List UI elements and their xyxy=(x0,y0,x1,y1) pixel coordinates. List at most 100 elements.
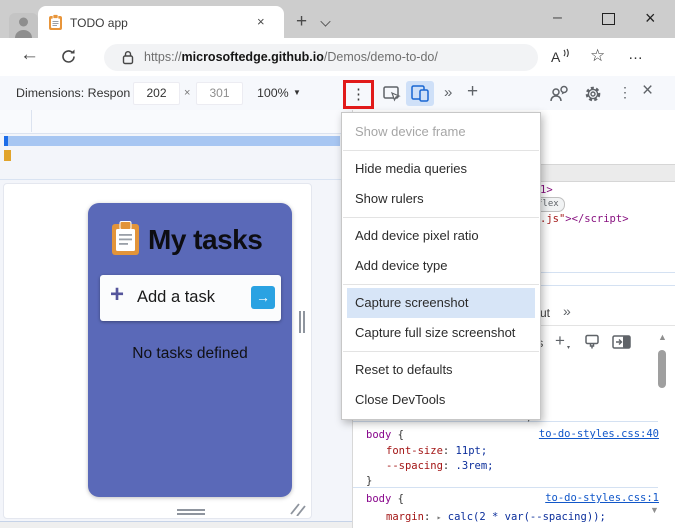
css-rule-selector[interactable]: body { xyxy=(366,429,404,441)
menu-item-capture-screenshot[interactable]: Capture screenshot xyxy=(347,288,535,318)
devtools-close-icon[interactable]: × xyxy=(642,80,653,102)
height-input[interactable]: 301 xyxy=(196,82,243,105)
viewport-resize-handle-bottom[interactable] xyxy=(177,513,205,515)
dom-h1-fragment[interactable]: 1> xyxy=(540,184,553,196)
viewport-resize-handle-bottom[interactable] xyxy=(177,509,205,511)
zoom-select[interactable]: 100% xyxy=(257,86,289,100)
width-input[interactable]: 202 xyxy=(133,82,180,105)
paint-brush-icon[interactable] xyxy=(584,334,600,350)
settings-gear-icon[interactable] xyxy=(584,85,602,103)
css-source-link[interactable]: to-do-styles.css:1 xyxy=(545,492,659,504)
maximize-icon[interactable] xyxy=(602,13,615,25)
inspect-icon[interactable] xyxy=(383,85,401,102)
lock-icon xyxy=(122,50,134,65)
page-title: My tasks xyxy=(148,224,263,255)
menu-item-add-device-pixel-ratio[interactable]: Add device pixel ratio xyxy=(342,221,540,251)
scroll-down-icon[interactable]: ▼ xyxy=(650,505,659,515)
favorite-star-icon[interactable]: ☆ xyxy=(590,46,605,66)
viewport-resize-handle-right[interactable] xyxy=(303,311,305,333)
computed-panel-toggle-icon[interactable] xyxy=(612,335,631,349)
property-name: font-size xyxy=(386,445,443,457)
menu-item-show-device-frame: Show device frame xyxy=(355,124,466,139)
brace: { xyxy=(391,429,404,441)
menu-separator xyxy=(343,217,539,218)
media-query-separator xyxy=(0,179,352,180)
property-value: 11pt; xyxy=(449,445,488,457)
css-declaration[interactable]: --spacing: .3rem; xyxy=(386,460,494,472)
brace: { xyxy=(391,493,404,505)
minimize-icon[interactable]: – xyxy=(553,9,562,27)
viewport-resize-handle-corner[interactable] xyxy=(289,502,307,516)
clipboard-hero-icon xyxy=(111,221,140,256)
menu-item-add-device-type[interactable]: Add device type xyxy=(342,251,540,281)
empty-tasks-text: No tasks defined xyxy=(132,345,248,362)
tab-layout-fragment[interactable]: ut xyxy=(540,306,550,320)
more-tabs-icon[interactable]: » xyxy=(444,84,452,101)
css-source-link[interactable]: to-do-styles.css:40 xyxy=(539,428,659,440)
add-task-label[interactable]: Add a task xyxy=(137,288,215,307)
property-name: margin xyxy=(386,511,424,523)
back-icon[interactable]: ← xyxy=(20,44,39,66)
device-emulation-toggle[interactable] xyxy=(406,81,434,106)
add-task-plus-icon: + xyxy=(110,281,125,308)
feedback-icon[interactable] xyxy=(549,85,569,103)
new-tab-icon[interactable]: + xyxy=(296,11,307,33)
styles-divider xyxy=(353,487,658,488)
url-scheme: https:// xyxy=(144,50,182,64)
menu-item-show-rulers[interactable]: Show rulers xyxy=(342,184,540,214)
menu-item-capture-full-size-screenshot[interactable]: Capture full size screenshot xyxy=(342,318,540,348)
zoom-caret-icon[interactable]: ▼ xyxy=(293,88,301,97)
menu-separator xyxy=(343,284,539,285)
css-rule-selector[interactable]: body { xyxy=(366,493,404,505)
browser-menu-icon[interactable]: … xyxy=(628,46,644,63)
menu-item-close-devtools[interactable]: Close DevTools xyxy=(342,385,540,415)
read-aloud-waves-icon xyxy=(563,48,571,57)
annotation-red-box: ⋮ xyxy=(343,80,374,109)
css-rule-close: } xyxy=(366,475,373,487)
css-declaration[interactable]: font-size: 11pt; xyxy=(386,445,487,457)
property-value: .3rem; xyxy=(449,460,494,472)
refresh-icon[interactable] xyxy=(60,48,77,65)
tab-close-icon[interactable]: × xyxy=(257,14,265,29)
menu-item-hide-media-queries[interactable]: Hide media queries xyxy=(342,154,540,184)
url-text[interactable]: https://microsoftedge.github.io/Demos/de… xyxy=(144,50,438,64)
new-style-rule-icon[interactable]: + xyxy=(555,331,565,351)
selector-text: body xyxy=(366,429,392,441)
menu-separator xyxy=(343,351,539,352)
dom-attr-fragment: .js" xyxy=(540,213,566,225)
viewport-resize-handle-right[interactable] xyxy=(299,311,301,333)
device-more-options-icon[interactable]: ⋮ xyxy=(351,86,366,103)
browser-window: TODO app × + – × ← https://microsoftedge… xyxy=(0,0,675,528)
device-options-menu: Show device frame Hide media queries Sho… xyxy=(341,112,541,420)
browser-tab[interactable]: TODO app × xyxy=(38,6,284,38)
devtools-kebab-icon[interactable]: ⋮ xyxy=(618,84,632,101)
device-emulation-icon xyxy=(411,85,429,102)
scroll-up-icon[interactable]: ▲ xyxy=(658,332,667,342)
menu-separator xyxy=(343,150,539,151)
css-declaration[interactable]: margin: ▸ calc(2 * var(--spacing)); xyxy=(386,511,606,523)
media-query-bar-blue-cap xyxy=(4,136,8,146)
sidebar-overflow-icon[interactable]: » xyxy=(563,303,571,319)
selector-text: body xyxy=(366,493,392,505)
url-domain: microsoftedge.github.io xyxy=(181,50,324,64)
property-name: --spacing xyxy=(386,460,443,472)
add-task-go-button[interactable]: → xyxy=(251,286,275,309)
menu-item-reset-to-defaults[interactable]: Reset to defaults xyxy=(342,355,540,385)
clipboard-favicon xyxy=(48,14,64,31)
url-path: /Demos/demo-to-do/ xyxy=(323,50,438,64)
window-close-icon[interactable]: × xyxy=(645,8,656,29)
dom-script-fragment[interactable]: .js"></script> xyxy=(540,213,629,225)
dom-tag-fragment: ></script> xyxy=(565,213,629,225)
profile-avatar[interactable] xyxy=(9,13,38,38)
new-style-rule-caret-icon: ▾ xyxy=(567,345,571,351)
scrollbar-thumb[interactable] xyxy=(658,350,666,388)
property-value: calc(2 * var(--spacing)); xyxy=(441,511,606,523)
media-query-bar-blue[interactable] xyxy=(4,136,340,146)
add-pane-icon[interactable]: + xyxy=(467,81,478,103)
dimensions-label[interactable]: Dimensions: Respon xyxy=(16,86,130,100)
person-icon xyxy=(9,13,38,38)
media-query-bar-yellow[interactable] xyxy=(4,150,11,161)
tab-title: TODO app xyxy=(70,16,128,30)
bottom-strip xyxy=(0,521,352,528)
read-aloud-icon[interactable]: A xyxy=(551,49,560,65)
